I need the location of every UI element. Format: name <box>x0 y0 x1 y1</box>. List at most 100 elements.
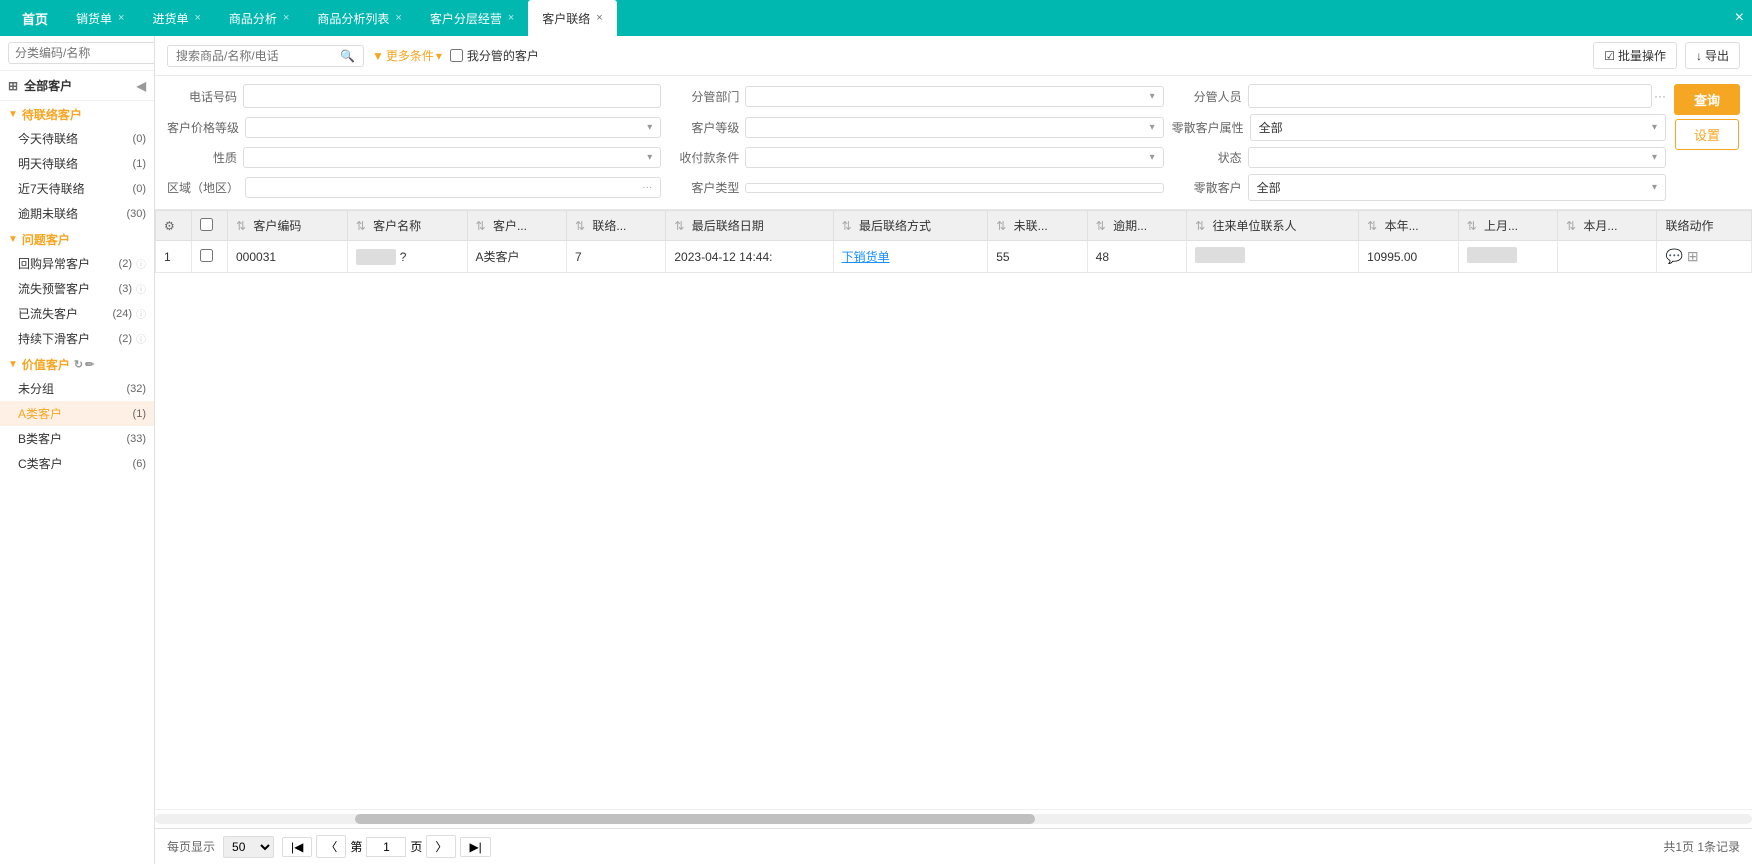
sidebar-item-b-class[interactable]: B类客户 (33) <box>0 426 154 451</box>
close-product-analysis-tab[interactable]: × <box>283 12 289 24</box>
col-overdue[interactable]: ⇅ 逾期... <box>1087 211 1186 241</box>
row-uncontacted: 55 <box>988 241 1087 273</box>
scrollbar-thumb[interactable] <box>355 814 1035 824</box>
col-code[interactable]: ⇅ 客户编码 <box>228 211 348 241</box>
customer-level-select[interactable]: ▾ <box>745 117 1163 138</box>
sidebar-item-churn-warning[interactable]: 流失预警客户 (3) ⓘ <box>0 276 154 301</box>
row-overdue: 48 <box>1087 241 1186 273</box>
nav-home[interactable]: 首页 <box>8 0 62 36</box>
close-purchase-tab[interactable]: × <box>194 12 200 24</box>
retail-attr-select[interactable]: 全部 ▾ <box>1250 114 1666 141</box>
settings-button[interactable]: 设置 <box>1675 119 1739 150</box>
nav-product-list[interactable]: 商品分析列表 × <box>303 0 415 36</box>
sidebar-item-repurchase-abnormal[interactable]: 回购异常客户 (2) ⓘ <box>0 251 154 276</box>
batch-operation-button[interactable]: ☑ 批量操作 <box>1593 42 1677 69</box>
col-company-contact[interactable]: ⇅ 往来单位联系人 <box>1187 211 1359 241</box>
col-uncontacted[interactable]: ⇅ 未联... <box>988 211 1087 241</box>
info-icon2: ⓘ <box>136 281 146 296</box>
sidebar: 🔍 ⊞ 全部客户 ◀ ▼ 待联络客户 今天待联络 (0) 明天待联络 (1) 近… <box>0 36 155 864</box>
col-contact-count[interactable]: ⇅ 联络... <box>566 211 665 241</box>
page-number-input[interactable] <box>366 837 406 857</box>
row-checkbox[interactable] <box>200 249 213 262</box>
sort-icon6: ⇅ <box>842 219 852 233</box>
payment-select[interactable]: ▾ <box>745 147 1163 168</box>
next-page-button[interactable]: 〉 <box>426 835 456 858</box>
close-app-button[interactable]: × <box>1735 9 1744 27</box>
sort-icon3: ⇅ <box>476 219 486 233</box>
last-month-masked <box>1467 247 1517 263</box>
data-table-area: ⚙ ⇅ 客户编码 ⇅ 客户名称 <box>155 210 1752 809</box>
sidebar-item-ungrouped[interactable]: 未分组 (32) <box>0 376 154 401</box>
filter-search-input[interactable] <box>176 49 336 63</box>
col-name[interactable]: ⇅ 客户名称 <box>347 211 467 241</box>
company-contact-masked <box>1195 247 1245 263</box>
retail-select[interactable]: 全部 ▾ <box>1248 174 1666 201</box>
sidebar-item-today[interactable]: 今天待联络 (0) <box>0 126 154 151</box>
more-filter-btn[interactable]: ▼ 更多条件 ▾ <box>372 47 442 64</box>
manager-input[interactable] <box>1248 84 1652 108</box>
status-select[interactable]: ▾ <box>1248 147 1666 168</box>
export-button[interactable]: ↓ 导出 <box>1685 42 1740 69</box>
sidebar-item-churned[interactable]: 已流失客户 (24) ⓘ <box>0 301 154 326</box>
region-select[interactable]: ··· <box>245 177 661 198</box>
col-this-month[interactable]: ⇅ 本月... <box>1558 211 1657 241</box>
filter-retail: 零散客户 全部 ▾ <box>1172 174 1666 201</box>
scrollbar-track <box>155 814 1752 824</box>
col-this-year[interactable]: ⇅ 本年... <box>1359 211 1458 241</box>
sidebar-search-input[interactable] <box>8 42 155 64</box>
nav-customer-tier[interactable]: 客户分层经营 × <box>416 0 528 36</box>
nav-purchase[interactable]: 进货单 × <box>138 0 214 36</box>
nav-customer-contact[interactable]: 客户联络 × <box>528 0 616 36</box>
sidebar-group-problem[interactable]: ▼ 问题客户 <box>0 226 154 251</box>
qr-action-icon[interactable]: ⊞ <box>1687 248 1699 265</box>
col-last-date[interactable]: ⇅ 最后联络日期 <box>666 211 833 241</box>
prev-page-button[interactable]: 〈 <box>316 835 346 858</box>
edit-icon[interactable]: ✏ <box>85 358 94 371</box>
sort-icon11: ⇅ <box>1467 219 1477 233</box>
last-page-button[interactable]: ▶| <box>460 837 490 857</box>
sidebar-item-declining[interactable]: 持续下滑客户 (2) ⓘ <box>0 326 154 351</box>
chevron-down-icon4: ▾ <box>1150 122 1155 133</box>
table-row: 1 000031 ? A类客户 7 2023 <box>156 241 1752 273</box>
sidebar-item-7days[interactable]: 近7天待联络 (0) <box>0 176 154 201</box>
sidebar-group-value[interactable]: ▼ 价值客户 ↻ ✏ <box>0 351 154 376</box>
chevron-down-icon9: ··· <box>642 182 652 193</box>
chevron-down-icon7: ▾ <box>1150 152 1155 163</box>
sidebar-item-overdue[interactable]: 逾期未联络 (30) <box>0 201 154 226</box>
phone-input[interactable] <box>243 84 661 108</box>
col-last-month[interactable]: ⇅ 上月... <box>1458 211 1557 241</box>
sidebar-item-a-class[interactable]: A类客户 (1) <box>0 401 154 426</box>
manager-dots-icon[interactable]: ··· <box>1654 89 1666 103</box>
customer-type-select[interactable] <box>745 183 1163 193</box>
sidebar-item-tomorrow[interactable]: 明天待联络 (1) <box>0 151 154 176</box>
close-customer-tier-tab[interactable]: × <box>508 12 514 24</box>
table-settings-icon[interactable]: ⚙ <box>164 219 175 233</box>
close-product-list-tab[interactable]: × <box>395 12 401 24</box>
per-page-select[interactable]: 50 20 100 <box>223 836 274 858</box>
nature-select[interactable]: ▾ <box>243 147 661 168</box>
close-sales-tab[interactable]: × <box>118 12 124 24</box>
sidebar-item-c-class[interactable]: C类客户 (6) <box>0 451 154 476</box>
my-customer-checkbox-area[interactable]: 我分管的客户 <box>450 47 539 64</box>
filter-retail-attr: 零散客户属性 全部 ▾ <box>1172 114 1666 141</box>
sidebar-all-customers[interactable]: ⊞ 全部客户 ◀ <box>0 71 154 101</box>
arrow-down-icon: ▼ <box>8 109 18 120</box>
row-this-year: 10995.00 <box>1359 241 1458 273</box>
nav-sales[interactable]: 销货单 × <box>62 0 138 36</box>
chat-action-icon[interactable]: 💬 <box>1665 248 1682 265</box>
sidebar-group-pending[interactable]: ▼ 待联络客户 <box>0 101 154 126</box>
query-button[interactable]: 查询 <box>1674 84 1740 115</box>
department-select[interactable]: ▾ <box>745 86 1163 107</box>
my-customer-checkbox[interactable] <box>450 49 463 62</box>
filter-price-level: 客户价格等级 ▾ <box>167 117 661 138</box>
col-type[interactable]: ⇅ 客户... <box>467 211 566 241</box>
col-last-method[interactable]: ⇅ 最后联络方式 <box>833 211 988 241</box>
price-level-select[interactable]: ▾ <box>245 117 661 138</box>
first-page-button[interactable]: |◀ <box>282 837 312 857</box>
nav-product-analysis[interactable]: 商品分析 × <box>215 0 303 36</box>
refresh-icon[interactable]: ↻ <box>74 358 83 371</box>
filter-search-icon[interactable]: 🔍 <box>340 49 355 63</box>
select-all-checkbox[interactable] <box>200 218 213 231</box>
close-customer-contact-tab[interactable]: × <box>596 12 602 24</box>
last-method-link[interactable]: 下销货单 <box>842 250 890 264</box>
